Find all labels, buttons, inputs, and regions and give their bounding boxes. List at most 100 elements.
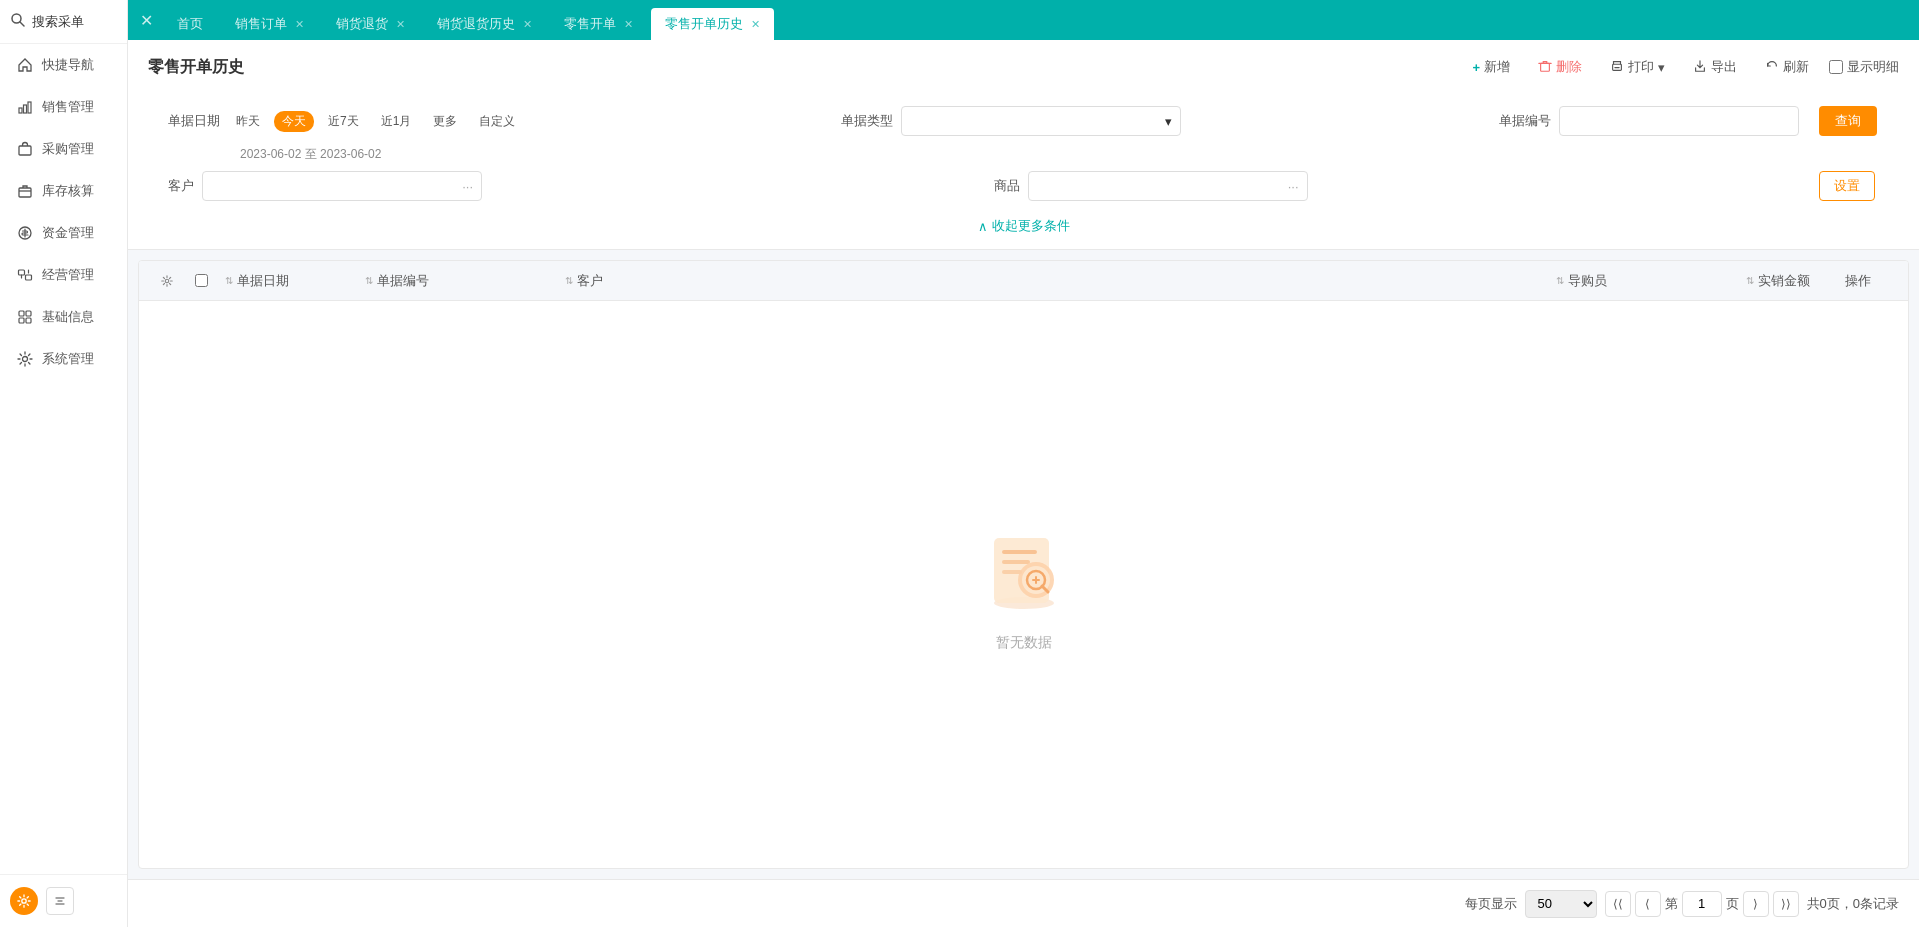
page-title-row: 零售开单历史 + 新增 删除 — [148, 54, 1899, 80]
query-button[interactable]: 查询 — [1819, 106, 1877, 136]
filter-row-1: 单据日期 昨天 今天 近7天 近1月 更多 自定义 单据类型 — [168, 106, 1879, 136]
date-custom[interactable]: 自定义 — [471, 111, 523, 132]
search-icon — [10, 12, 26, 31]
customer-input[interactable]: ··· — [202, 171, 482, 201]
sidebar-item-finance[interactable]: 资金管理 — [0, 212, 127, 254]
tab-sales-return-history[interactable]: 销货退货历史 ✕ — [423, 8, 546, 40]
last-page-button[interactable]: ⟩⟩ — [1773, 891, 1799, 917]
product-input[interactable]: ··· — [1028, 171, 1308, 201]
tab-sales-order-label: 销售订单 — [235, 15, 287, 33]
tab-close-icon[interactable]: ✕ — [751, 18, 760, 31]
collapse-filter-button[interactable]: ∧ 收起更多条件 — [978, 217, 1070, 235]
date-today[interactable]: 今天 — [274, 111, 314, 132]
th-action-label: 操作 — [1845, 272, 1871, 290]
print-icon — [1610, 59, 1624, 76]
sidebar-item-sales-mgmt[interactable]: 销售管理 — [0, 86, 127, 128]
date-buttons: 昨天 今天 近7天 近1月 更多 自定义 — [228, 111, 523, 132]
home-icon — [16, 56, 34, 74]
show-detail-input[interactable] — [1829, 60, 1843, 74]
prev-page-button[interactable]: ⟨ — [1635, 891, 1661, 917]
tab-close-icon[interactable]: ✕ — [396, 18, 405, 31]
page-header: 零售开单历史 + 新增 删除 — [128, 40, 1919, 250]
page-number-input[interactable] — [1682, 891, 1722, 917]
sidebar-item-label: 快捷导航 — [42, 56, 94, 74]
sidebar-item-label: 库存核算 — [42, 182, 94, 200]
sidebar-collapse-button[interactable] — [46, 887, 74, 915]
print-button[interactable]: 打印 ▾ — [1602, 54, 1673, 80]
add-button[interactable]: + 新增 — [1464, 54, 1518, 80]
customer-filter-label: 客户 — [168, 177, 194, 195]
sort-icon: ⇅ — [225, 275, 233, 286]
num-input[interactable] — [1559, 106, 1799, 136]
sidebar-item-label: 基础信息 — [42, 308, 94, 326]
tab-home[interactable]: 首页 — [163, 8, 217, 40]
filter-row-2: 客户 ··· 商品 ··· 设置 — [168, 171, 1879, 201]
date-1month[interactable]: 近1月 — [373, 111, 420, 132]
main-area: ✕ 首页 销售订单 ✕ 销货退货 ✕ 销货退货历史 ✕ 零售开单 ✕ 零售开单历… — [128, 0, 1919, 927]
tab-retail-open-history[interactable]: 零售开单历史 ✕ — [651, 8, 774, 40]
svg-rect-16 — [1541, 63, 1550, 71]
th-amount-label: 实销金额 — [1758, 272, 1810, 290]
date-7days[interactable]: 近7天 — [320, 111, 367, 132]
th-settings[interactable] — [149, 274, 185, 288]
tab-close-icon[interactable]: ✕ — [624, 18, 633, 31]
export-button[interactable]: 导出 — [1685, 54, 1745, 80]
settings-button[interactable] — [10, 887, 38, 915]
date-more[interactable]: 更多 — [425, 111, 465, 132]
type-select[interactable]: ▾ — [901, 106, 1181, 136]
delete-button[interactable]: 删除 — [1530, 54, 1590, 80]
window-close-button[interactable]: ✕ — [132, 11, 161, 30]
sidebar-item-inventory[interactable]: 库存核算 — [0, 170, 127, 212]
th-customer[interactable]: ⇅ 客户 — [557, 272, 1548, 290]
th-guide-label: 导购员 — [1568, 272, 1607, 290]
type-filter-label: 单据类型 — [841, 112, 893, 130]
per-page-select[interactable]: 50 100 200 — [1525, 890, 1597, 918]
tab-retail-open[interactable]: 零售开单 ✕ — [550, 8, 647, 40]
sidebar-item-basic[interactable]: 基础信息 — [0, 296, 127, 338]
tab-close-icon[interactable]: ✕ — [523, 18, 532, 31]
date-filter-label: 单据日期 — [168, 112, 220, 130]
sidebar-item-label: 采购管理 — [42, 140, 94, 158]
tab-retail-open-label: 零售开单 — [564, 15, 616, 33]
tab-sales-order[interactable]: 销售订单 ✕ — [221, 8, 318, 40]
svg-point-15 — [22, 899, 26, 903]
num-filter-label: 单据编号 — [1499, 112, 1551, 130]
svg-rect-13 — [26, 318, 31, 323]
add-label: 新增 — [1484, 58, 1510, 76]
th-date[interactable]: ⇅ 单据日期 — [217, 272, 357, 290]
per-page-label: 每页显示 — [1465, 895, 1517, 913]
chevron-up-icon: ∧ — [978, 219, 988, 234]
th-num[interactable]: ⇅ 单据编号 — [357, 272, 557, 290]
date-yesterday[interactable]: 昨天 — [228, 111, 268, 132]
th-num-label: 单据编号 — [377, 272, 429, 290]
filter-date: 单据日期 昨天 今天 近7天 近1月 更多 自定义 — [168, 111, 523, 132]
svg-rect-9 — [26, 275, 32, 280]
toolbar: + 新增 删除 — [1464, 54, 1899, 80]
export-label: 导出 — [1711, 58, 1737, 76]
th-guide[interactable]: ⇅ 导购员 — [1548, 272, 1688, 290]
svg-rect-6 — [19, 188, 31, 197]
svg-rect-8 — [19, 270, 25, 275]
settings-query-button[interactable]: 设置 — [1819, 171, 1875, 201]
sidebar-item-purchase-mgmt[interactable]: 采购管理 — [0, 128, 127, 170]
show-detail-checkbox[interactable]: 显示明细 — [1829, 58, 1899, 76]
svg-rect-10 — [19, 311, 24, 316]
sidebar-item-operation[interactable]: 经营管理 — [0, 254, 127, 296]
dots-icon: ··· — [1288, 179, 1299, 194]
sidebar-search[interactable]: 搜索采单 — [0, 0, 127, 44]
th-customer-label: 客户 — [577, 272, 603, 290]
settings-btn-area: 设置 — [1819, 171, 1879, 201]
page-nav: ⟨⟨ ⟨ 第 页 ⟩ ⟩⟩ — [1605, 891, 1799, 917]
refresh-button[interactable]: 刷新 — [1757, 54, 1817, 80]
bag-icon — [16, 140, 34, 158]
th-amount[interactable]: ⇅ 实销金额 — [1688, 272, 1818, 290]
sidebar-item-quick-nav[interactable]: 快捷导航 — [0, 44, 127, 86]
tab-close-icon[interactable]: ✕ — [295, 18, 304, 31]
next-page-button[interactable]: ⟩ — [1743, 891, 1769, 917]
sidebar-item-system[interactable]: 系统管理 — [0, 338, 127, 380]
tab-bar: ✕ 首页 销售订单 ✕ 销货退货 ✕ 销货退货历史 ✕ 零售开单 ✕ 零售开单历… — [128, 0, 1919, 40]
tab-sales-return[interactable]: 销货退货 ✕ — [322, 8, 419, 40]
th-checkbox[interactable] — [185, 274, 217, 287]
first-page-button[interactable]: ⟨⟨ — [1605, 891, 1631, 917]
select-all-checkbox[interactable] — [195, 274, 208, 287]
